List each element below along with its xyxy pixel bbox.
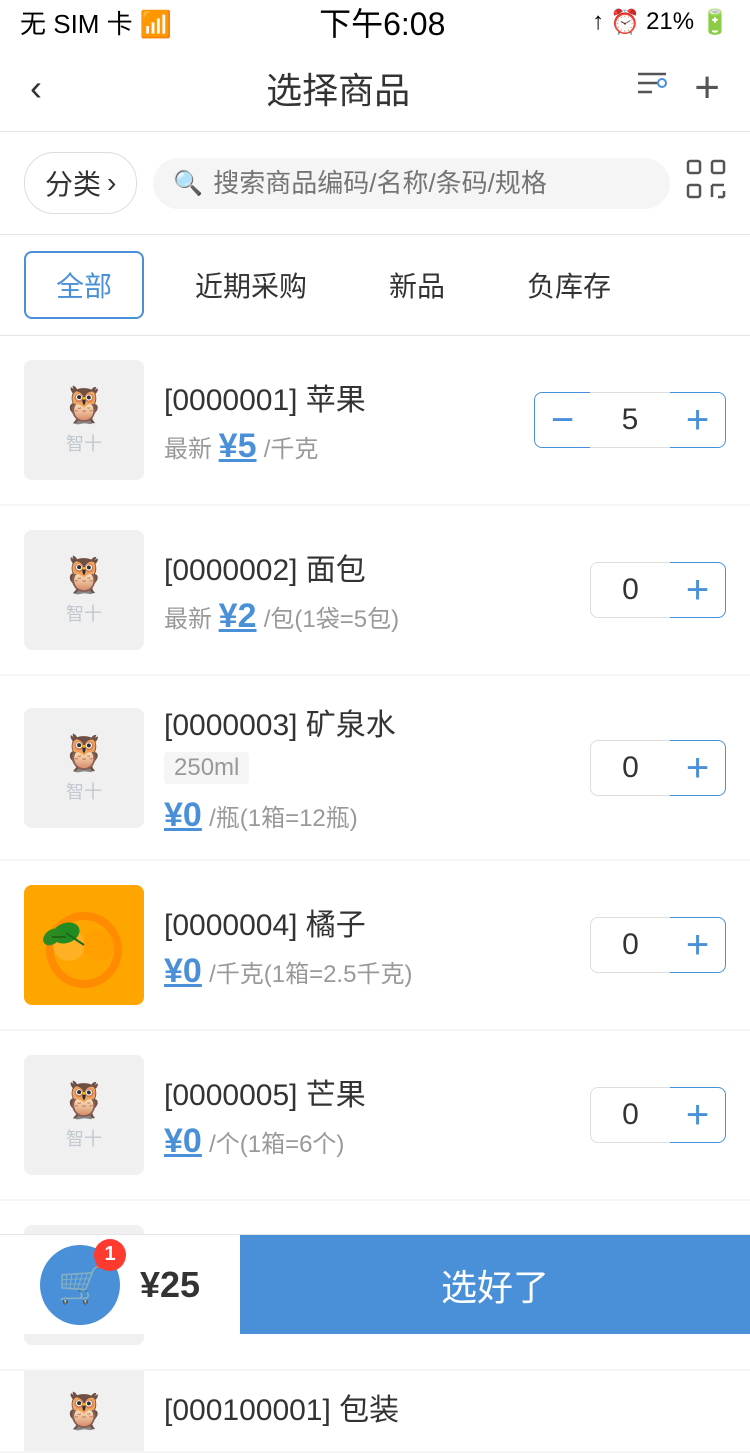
brand-text: 智十	[66, 600, 102, 626]
qty-input[interactable]	[590, 1087, 670, 1143]
product-image: 🦉 智十	[24, 530, 144, 650]
qty-plus-button[interactable]: +	[670, 562, 726, 618]
owl-icon: 🦉	[62, 554, 107, 596]
status-time: 下午6:08	[319, 0, 445, 45]
product-qty: +	[590, 1087, 726, 1143]
cart-section: 🛒 1 ¥25	[0, 1245, 240, 1325]
cart-button[interactable]: 🛒 1	[40, 1245, 120, 1325]
owl-icon: 🦉	[62, 732, 107, 774]
confirm-button[interactable]: 选好了	[240, 1235, 750, 1334]
product-price: ¥0 /个(1箱=6个)	[164, 1122, 570, 1161]
qty-minus-button[interactable]: −	[534, 392, 590, 448]
product-info: [0000003] 矿泉水 250ml ¥0 /瓶(1箱=12瓶)	[164, 700, 570, 835]
product-image: 🦉	[24, 1371, 144, 1451]
product-name: [0000002] 面包	[164, 545, 570, 589]
tab-all[interactable]: 全部	[24, 251, 144, 319]
qty-plus-button[interactable]: +	[670, 917, 726, 973]
list-item: 🦉 智十 [0000001] 苹果 最新 ¥5 /千克 − +	[0, 336, 750, 504]
back-button[interactable]: ‹	[30, 67, 42, 109]
battery-icon: 🔋	[700, 8, 730, 37]
brand-text: 智十	[66, 778, 102, 804]
tab-negative[interactable]: 负库存	[496, 251, 642, 319]
owl-icon: 🦉	[62, 1079, 107, 1121]
nav-actions: +	[634, 63, 720, 113]
product-image: 🦉 智十	[24, 1055, 144, 1175]
cart-icon: 🛒	[58, 1264, 103, 1306]
list-item: 🦉 [000100001] 包装	[0, 1371, 750, 1451]
page-title: 选择商品	[266, 62, 410, 114]
list-item: 🦉 智十 [0000003] 矿泉水 250ml ¥0 /瓶(1箱=12瓶) +	[0, 676, 750, 859]
product-name: [0000001] 苹果	[164, 375, 514, 419]
list-item: [0000004] 橘子 ¥0 /千克(1箱=2.5千克) +	[0, 861, 750, 1029]
cart-badge: 1	[94, 1239, 126, 1271]
nav-bar: ‹ 选择商品 +	[0, 44, 750, 132]
product-name: [0000005] 芒果	[164, 1070, 570, 1114]
filter-bar: 分类 › 🔍	[0, 132, 750, 235]
list-item: 🦉 智十 [0000005] 芒果 ¥0 /个(1箱=6个) +	[0, 1031, 750, 1199]
owl-icon: 🦉	[62, 384, 107, 426]
bottom-bar: 🛒 1 ¥25 选好了	[0, 1234, 750, 1334]
qty-plus-button[interactable]: +	[670, 740, 726, 796]
brand-text: 智十	[66, 1125, 102, 1151]
tab-new[interactable]: 新品	[358, 251, 476, 319]
product-price: ¥0 /瓶(1箱=12瓶)	[164, 796, 570, 835]
tab-bar: 全部 近期采购 新品 负库存	[0, 235, 750, 336]
search-box: 🔍	[153, 158, 670, 209]
product-info: [0000001] 苹果 最新 ¥5 /千克	[164, 375, 514, 466]
qty-input[interactable]	[590, 917, 670, 973]
add-button[interactable]: +	[694, 63, 720, 113]
qty-plus-button[interactable]: +	[670, 1087, 726, 1143]
qty-input[interactable]	[590, 562, 670, 618]
product-price: 最新 ¥2 /包(1袋=5包)	[164, 597, 570, 636]
qty-plus-button[interactable]: +	[670, 392, 726, 448]
search-icon: 🔍	[173, 169, 203, 198]
cart-total: ¥25	[140, 1264, 200, 1306]
location-icon: ↑	[592, 8, 604, 36]
category-label: 分类	[45, 163, 101, 203]
product-info: [0000004] 橘子 ¥0 /千克(1箱=2.5千克)	[164, 900, 570, 991]
tab-recent[interactable]: 近期采购	[164, 251, 338, 319]
qty-input[interactable]	[590, 740, 670, 796]
product-spec: 250ml	[164, 752, 249, 784]
qty-input[interactable]	[590, 392, 670, 448]
product-image: 🦉 智十	[24, 360, 144, 480]
status-signal: 无 SIM 卡 📶	[20, 4, 172, 41]
alarm-icon: ⏰	[610, 8, 640, 37]
product-name: [0000003] 矿泉水	[164, 700, 570, 744]
scan-button[interactable]	[686, 159, 726, 208]
category-chevron: ›	[107, 167, 116, 199]
category-button[interactable]: 分类 ›	[24, 152, 137, 214]
status-bar: 无 SIM 卡 📶 下午6:08 ↑ ⏰ 21% 🔋	[0, 0, 750, 44]
product-info: [000100001] 包装	[164, 1385, 726, 1437]
list-item: 🦉 智十 [0000002] 面包 最新 ¥2 /包(1袋=5包) +	[0, 506, 750, 674]
product-image	[24, 885, 144, 1005]
product-qty: − +	[534, 392, 726, 448]
battery-text: 21%	[646, 8, 694, 36]
owl-icon: 🦉	[62, 1390, 107, 1432]
filter-button[interactable]	[634, 65, 670, 110]
product-image: 🦉 智十	[24, 708, 144, 828]
product-qty: +	[590, 917, 726, 973]
search-input[interactable]	[213, 168, 650, 199]
product-info: [0000005] 芒果 ¥0 /个(1箱=6个)	[164, 1070, 570, 1161]
product-name: [0000004] 橘子	[164, 900, 570, 944]
product-price: 最新 ¥5 /千克	[164, 427, 514, 466]
product-name: [000100001] 包装	[164, 1385, 726, 1429]
product-qty: +	[590, 562, 726, 618]
product-price: ¥0 /千克(1箱=2.5千克)	[164, 952, 570, 991]
product-info: [0000002] 面包 最新 ¥2 /包(1袋=5包)	[164, 545, 570, 636]
status-battery: ↑ ⏰ 21% 🔋	[592, 8, 730, 37]
brand-text: 智十	[66, 430, 102, 456]
product-qty: +	[590, 740, 726, 796]
